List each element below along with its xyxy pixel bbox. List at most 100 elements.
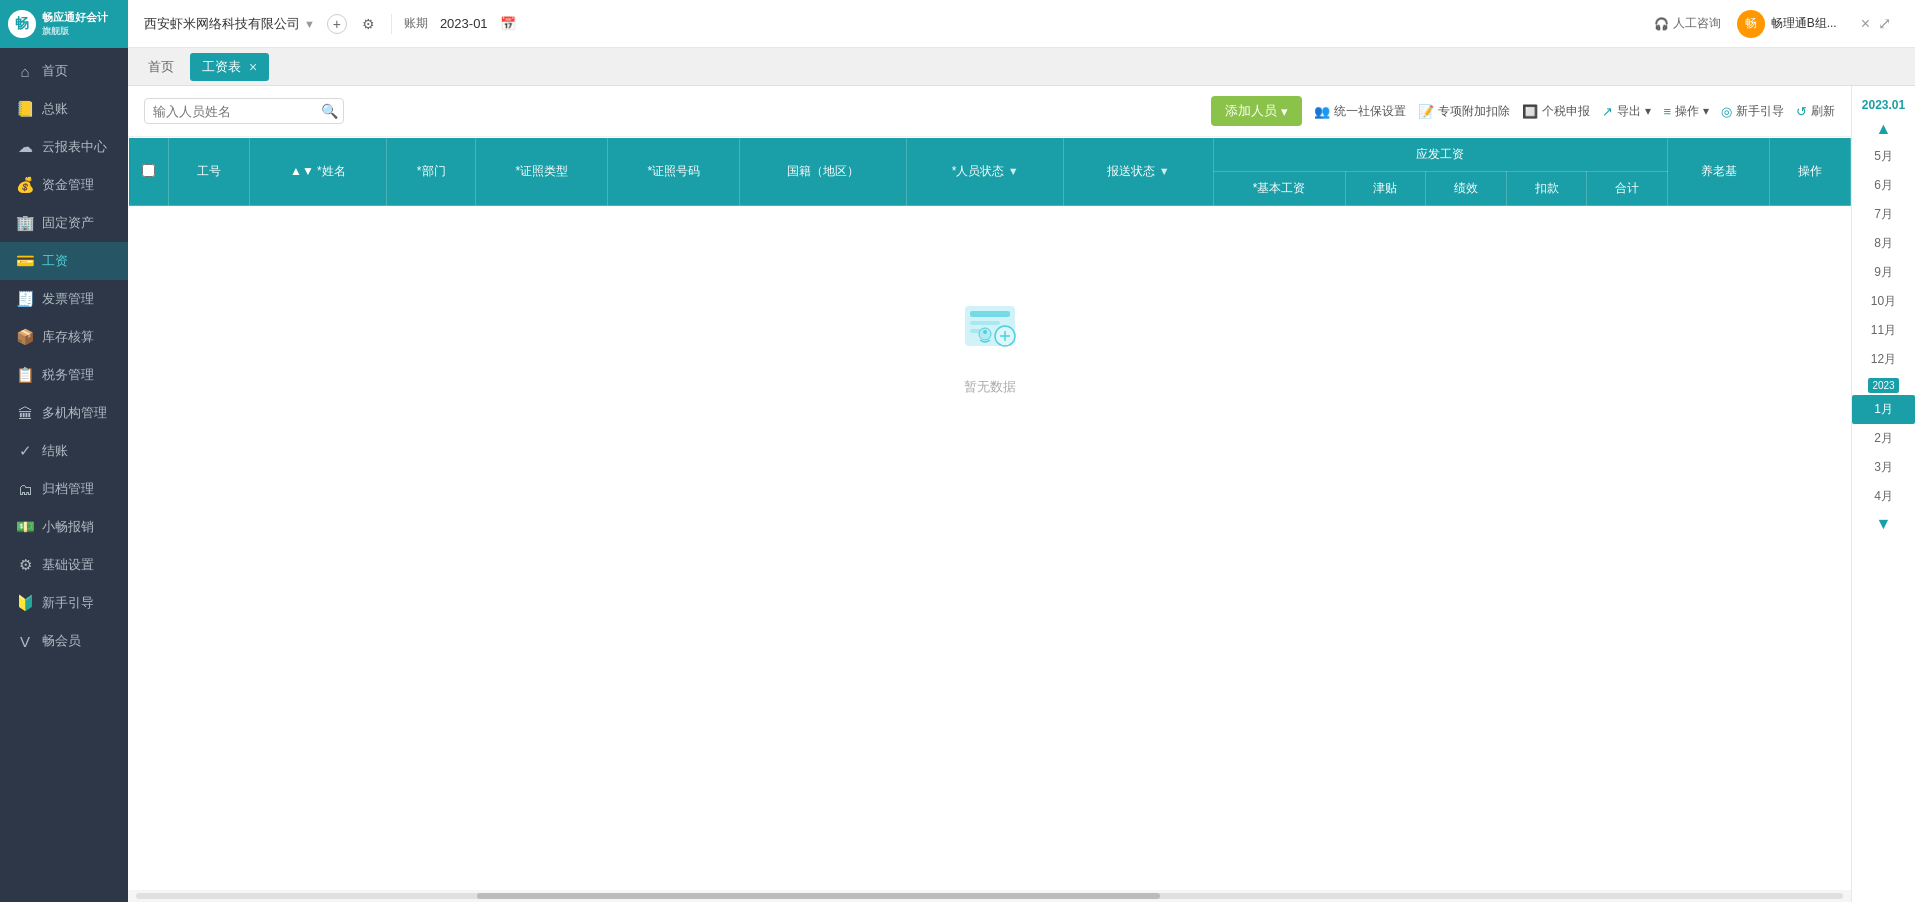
scrollbar-thumb[interactable]	[477, 893, 1160, 899]
sidebar-item-label: 新手引导	[42, 594, 94, 612]
period-label: 账期	[404, 15, 428, 32]
sidebar-item-label: 畅会员	[42, 632, 81, 650]
tab-wage-table-label: 工资表	[202, 58, 241, 76]
tab-home[interactable]: 首页	[136, 53, 186, 81]
sidebar-item-label: 库存核算	[42, 328, 94, 346]
archive-icon: 🗂	[16, 481, 34, 498]
month-item-jan-2023[interactable]: 1月	[1852, 395, 1915, 424]
sidebar-item-fixed-assets[interactable]: 🏢 固定资产	[0, 204, 128, 242]
sidebar-item-home[interactable]: ⌂ 首页	[0, 52, 128, 90]
horizontal-scrollbar[interactable]	[128, 890, 1851, 902]
sidebar-item-closing[interactable]: ✓ 结账	[0, 432, 128, 470]
month-item-mar-2023[interactable]: 3月	[1852, 453, 1915, 482]
tab-home-label: 首页	[148, 58, 174, 76]
sidebar-item-tax[interactable]: 📋 税务管理	[0, 356, 128, 394]
wage-area: 🔍 添加人员 ▾ 👥 统一社保设置 📝 专项附加扣除	[128, 86, 1851, 902]
sidebar-item-label: 税务管理	[42, 366, 94, 384]
maximize-window-button[interactable]: ⤢	[1878, 14, 1891, 33]
social-security-button[interactable]: 👥 统一社保设置	[1314, 103, 1406, 120]
sidebar-item-funds[interactable]: 💰 资金管理	[0, 166, 128, 204]
add-person-label: 添加人员	[1225, 102, 1277, 120]
month-item-oct-2022[interactable]: 10月	[1852, 287, 1915, 316]
personal-tax-button[interactable]: 🔲 个税申报	[1522, 103, 1590, 120]
month-item-jul-2022[interactable]: 7月	[1852, 200, 1915, 229]
svg-point-8	[983, 330, 987, 334]
month-item-aug-2022[interactable]: 8月	[1852, 229, 1915, 258]
empty-state: 暂无数据	[129, 206, 1851, 476]
sidebar-item-ledger[interactable]: 📒 总账	[0, 90, 128, 128]
search-input[interactable]	[153, 104, 321, 119]
special-deduction-button[interactable]: 📝 专项附加扣除	[1418, 103, 1510, 120]
sidebar-item-cloud-report[interactable]: ☁ 云报表中心	[0, 128, 128, 166]
operations-dropdown-icon: ▾	[1703, 104, 1709, 118]
operations-label: 操作	[1675, 103, 1699, 120]
social-security-label: 统一社保设置	[1334, 103, 1406, 120]
refresh-button[interactable]: ↺ 刷新	[1796, 103, 1835, 120]
personal-tax-icon: 🔲	[1522, 104, 1538, 119]
sidebar-item-member[interactable]: V 畅会员	[0, 622, 128, 660]
deduction-sub-header: 扣款	[1506, 172, 1587, 206]
add-company-button[interactable]: +	[327, 14, 347, 34]
check-header[interactable]	[129, 138, 169, 206]
wage-table: 工号 ▲▼ *姓名 *部门 *证照类型 *证照号码 国籍（地区） *人员状态 ▼	[128, 137, 1851, 476]
tabbar: 首页 工资表 ×	[128, 48, 1915, 86]
special-deduction-label: 专项附加扣除	[1438, 103, 1510, 120]
funds-icon: 💰	[16, 176, 34, 194]
new-guide-button[interactable]: ◎ 新手引导	[1721, 103, 1784, 120]
company-selector[interactable]: 西安虾米网络科技有限公司 ▼	[144, 15, 315, 33]
sidebar-item-label: 归档管理	[42, 480, 94, 498]
logo-text: 畅应通好会计	[42, 10, 108, 24]
social-security-icon: 👥	[1314, 104, 1330, 119]
export-label: 导出	[1617, 103, 1641, 120]
person-status-header: *人员状态 ▼	[906, 138, 1064, 206]
wage-group-header: 应发工资	[1213, 138, 1668, 172]
sidebar-item-label: 多机构管理	[42, 404, 107, 422]
topbar-divider	[391, 14, 392, 34]
sidebar-item-archive[interactable]: 🗂 归档管理	[0, 470, 128, 508]
logo-icon: 畅	[8, 10, 36, 38]
svg-rect-1	[970, 311, 1010, 317]
company-settings-button[interactable]: ⚙	[359, 14, 379, 34]
total-sub-header: 合计	[1587, 172, 1668, 206]
company-name: 西安虾米网络科技有限公司	[144, 15, 300, 33]
performance-sub-header: 绩效	[1426, 172, 1507, 206]
month-item-jun-2022[interactable]: 6月	[1852, 171, 1915, 200]
sidebar-item-settings[interactable]: ⚙ 基础设置	[0, 546, 128, 584]
tab-close-icon[interactable]: ×	[249, 59, 257, 75]
tab-wage-table[interactable]: 工资表 ×	[190, 53, 269, 81]
month-item-feb-2023[interactable]: 2月	[1852, 424, 1915, 453]
month-item-sep-2022[interactable]: 9月	[1852, 258, 1915, 287]
sidebar-item-guide[interactable]: 🔰 新手引导	[0, 584, 128, 622]
sidebar-item-invoice[interactable]: 🧾 发票管理	[0, 280, 128, 318]
refresh-label: 刷新	[1811, 103, 1835, 120]
new-guide-label: 新手引导	[1736, 103, 1784, 120]
period-display: 2023.01	[1862, 94, 1905, 116]
month-item-nov-2022[interactable]: 11月	[1852, 316, 1915, 345]
sidebar-item-expense[interactable]: 💵 小畅报销	[0, 508, 128, 546]
empty-row: 暂无数据	[129, 206, 1851, 477]
add-person-button[interactable]: 添加人员 ▾	[1211, 96, 1302, 126]
service-button[interactable]: 🎧 人工咨询	[1654, 15, 1721, 32]
special-deduction-icon: 📝	[1418, 104, 1434, 119]
select-all-checkbox[interactable]	[142, 164, 155, 177]
export-icon: ↗	[1602, 104, 1613, 119]
month-item-dec-2022[interactable]: 12月	[1852, 345, 1915, 374]
sidebar-item-label: 资金管理	[42, 176, 94, 194]
refresh-icon: ↺	[1796, 104, 1807, 119]
month-item-may-2022[interactable]: 5月	[1852, 142, 1915, 171]
operations-button[interactable]: ≡ 操作 ▾	[1663, 103, 1709, 120]
id-number-header: *证照号码	[608, 138, 740, 206]
export-button[interactable]: ↗ 导出 ▾	[1602, 103, 1651, 120]
member-icon: V	[16, 633, 34, 650]
month-prev-button[interactable]: ▲	[1872, 116, 1896, 142]
search-wrap: 🔍	[144, 98, 344, 124]
month-next-button[interactable]: ▼	[1872, 511, 1896, 537]
employee-id-header: 工号	[169, 138, 250, 206]
sidebar-item-wage[interactable]: 💳 工资	[0, 242, 128, 280]
close-window-button[interactable]: ×	[1861, 15, 1870, 33]
sidebar-item-inventory[interactable]: 📦 库存核算	[0, 318, 128, 356]
month-item-apr-2023[interactable]: 4月	[1852, 482, 1915, 511]
sidebar-item-multi-org[interactable]: 🏛 多机构管理	[0, 394, 128, 432]
user-menu[interactable]: 畅 畅理通B组...	[1737, 10, 1837, 38]
calendar-icon[interactable]: 📅	[500, 16, 516, 31]
